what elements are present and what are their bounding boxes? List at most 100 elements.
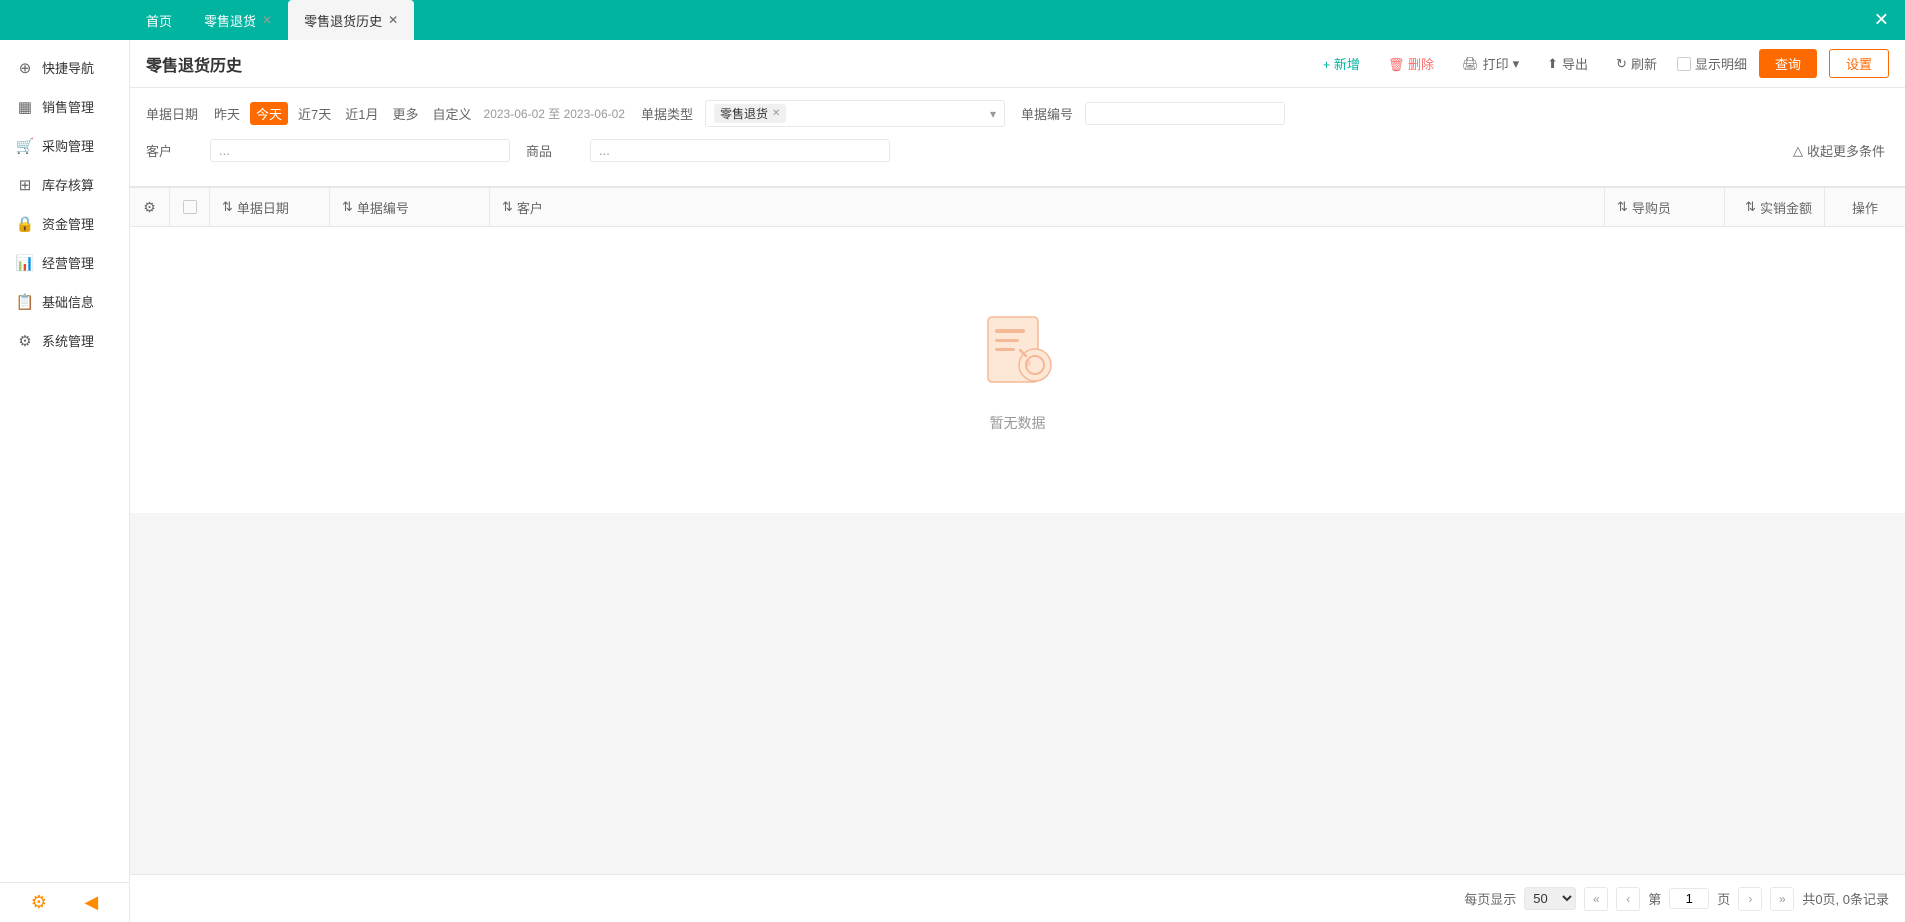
delete-button[interactable]: 🗑 删除: [1380, 50, 1442, 77]
tab-retail-return-history-label: 零售退货历史: [304, 11, 382, 30]
select-all-checkbox[interactable]: [183, 200, 197, 214]
collapse-sidebar-icon[interactable]: ◀: [84, 892, 98, 913]
empty-state: 暂无数据: [130, 227, 1905, 513]
th-sort-amount-icon[interactable]: ⇅: [1745, 199, 1756, 215]
total-text: 共0页, 0条记录: [1802, 889, 1889, 908]
operations-icon: 📊: [16, 254, 34, 272]
query-button[interactable]: 查询: [1759, 49, 1817, 78]
last-page-button[interactable]: »: [1770, 887, 1794, 911]
date-filter-label: 单据日期: [146, 104, 202, 123]
tab-retail-return-history[interactable]: 零售退货历史 ✕: [288, 0, 414, 40]
sidebar-item-quick-nav[interactable]: ⊕ 快捷导航: [0, 48, 129, 87]
sidebar-item-inventory[interactable]: ⊞ 库存核算: [0, 165, 129, 204]
sidebar-item-sales-mgmt[interactable]: ▦ 销售管理: [0, 87, 129, 126]
tab-home[interactable]: 首页: [130, 0, 188, 40]
page-size-select[interactable]: 50 10 20 100: [1524, 887, 1576, 910]
purchase-icon: 🛒: [16, 137, 34, 155]
th-sort-guide-icon[interactable]: ⇅: [1617, 199, 1628, 215]
table-container: ⚙ ⇅ 单据日期 ⇅ 单据编号 ⇅ 客户 ⇅ 导购员 ⇅ 实销金额: [130, 187, 1905, 513]
empty-text: 暂无数据: [990, 413, 1046, 433]
settings-bottom-icon[interactable]: ⚙: [31, 892, 47, 913]
page-header: 零售退货历史 + 新增 🗑 删除 🖨 打印 ▾ ⬆ 导出 ↻ 刷新 显示明细 查…: [130, 40, 1905, 88]
top-bar: 首页 零售退货 ✕ 零售退货历史 ✕ ✕: [0, 0, 1905, 40]
tab-retail-return-history-close[interactable]: ✕: [388, 13, 398, 27]
tab-retail-return-label: 零售退货: [204, 11, 256, 30]
show-detail-wrapper: 显示明细: [1677, 54, 1747, 73]
settings-button[interactable]: 设置: [1829, 49, 1889, 78]
tab-retail-return[interactable]: 零售退货 ✕: [188, 0, 288, 40]
doc-type-tag-close[interactable]: ✕: [772, 108, 780, 119]
th-action: 操作: [1825, 188, 1905, 226]
date-opt-1month[interactable]: 近1月: [341, 102, 382, 125]
sidebar-item-label: 基础信息: [42, 292, 94, 311]
date-opt-7days[interactable]: 近7天: [294, 102, 335, 125]
collapse-icon: △: [1793, 143, 1803, 159]
date-opt-yesterday[interactable]: 昨天: [210, 102, 244, 125]
sales-icon: ▦: [16, 98, 34, 116]
refresh-button[interactable]: ↻ 刷新: [1608, 50, 1665, 77]
prev-page-button[interactable]: ‹: [1616, 887, 1640, 911]
doc-no-input[interactable]: [1085, 102, 1285, 125]
export-label: 导出: [1562, 54, 1588, 73]
new-button[interactable]: + 新增: [1315, 50, 1368, 77]
th-sort-docno-icon[interactable]: ⇅: [342, 199, 353, 215]
sidebar-item-system-mgmt[interactable]: ⚙ 系统管理: [0, 321, 129, 360]
th-docno: ⇅ 单据编号: [330, 188, 490, 226]
page-size-label: 每页显示: [1464, 889, 1516, 908]
print-icon: 🖨: [1462, 56, 1479, 72]
sidebar-item-operations[interactable]: 📊 经营管理: [0, 243, 129, 282]
sidebar-item-label: 库存核算: [42, 175, 94, 194]
th-settings[interactable]: ⚙: [130, 188, 170, 226]
sidebar-item-basic-info[interactable]: 📋 基础信息: [0, 282, 129, 321]
filter-area: 单据日期 昨天 今天 近7天 近1月 更多 自定义 2023-06-02 至 2…: [130, 88, 1905, 187]
sidebar-bottom: ⚙ ◀: [0, 882, 129, 922]
goods-input-wrapper[interactable]: ...: [590, 139, 890, 162]
collapse-label: 收起更多条件: [1807, 141, 1885, 160]
doc-type-content: 零售退货 ✕: [714, 104, 786, 123]
goods-label: 商品: [526, 141, 582, 160]
table-header: ⚙ ⇅ 单据日期 ⇅ 单据编号 ⇅ 客户 ⇅ 导购员 ⇅ 实销金额: [130, 187, 1905, 227]
th-amount: ⇅ 实销金额: [1725, 188, 1825, 226]
customer-input-wrapper[interactable]: ...: [210, 139, 510, 162]
collapse-filter-button[interactable]: △ 收起更多条件: [1789, 137, 1889, 164]
doc-type-select[interactable]: 零售退货 ✕ ▾: [705, 100, 1005, 127]
customer-ellipsis: ...: [219, 143, 230, 158]
date-opt-more[interactable]: 更多: [389, 102, 423, 125]
th-amount-label: 实销金额: [1760, 198, 1812, 217]
finance-icon: 🔒: [16, 215, 34, 233]
th-docno-label: 单据编号: [357, 198, 409, 217]
next-page-button[interactable]: ›: [1738, 887, 1762, 911]
first-page-button[interactable]: «: [1584, 887, 1608, 911]
print-button[interactable]: 🖨 打印 ▾: [1454, 50, 1527, 77]
quick-nav-icon: ⊕: [16, 59, 34, 77]
page-title: 零售退货历史: [146, 52, 242, 76]
sidebar-item-finance[interactable]: 🔒 资金管理: [0, 204, 129, 243]
filter-row-1: 单据日期 昨天 今天 近7天 近1月 更多 自定义 2023-06-02 至 2…: [146, 100, 1889, 127]
filter-row-2: 客户 ... 商品 ... △ 收起更多条件: [146, 137, 1889, 164]
th-date: ⇅ 单据日期: [210, 188, 330, 226]
page-number-input[interactable]: [1669, 888, 1709, 909]
date-range-display: 2023-06-02 至 2023-06-02: [484, 105, 625, 122]
th-checkbox[interactable]: [170, 188, 210, 226]
window-close-button[interactable]: ✕: [1874, 10, 1889, 31]
th-sort-customer-icon[interactable]: ⇅: [502, 199, 513, 215]
th-guide-label: 导购员: [1632, 198, 1671, 217]
doc-type-label: 单据类型: [641, 104, 697, 123]
tab-home-label: 首页: [146, 11, 172, 30]
date-opt-today[interactable]: 今天: [250, 102, 288, 125]
th-customer-label: 客户: [517, 198, 543, 217]
sidebar-item-label: 资金管理: [42, 214, 94, 233]
sidebar-item-purchase-mgmt[interactable]: 🛒 采购管理: [0, 126, 129, 165]
th-sort-icon[interactable]: ⇅: [222, 199, 233, 215]
export-button[interactable]: ⬆ 导出: [1539, 50, 1596, 77]
show-detail-label: 显示明细: [1695, 54, 1747, 73]
doc-type-tag-label: 零售退货: [720, 105, 768, 122]
sidebar: 🔍 搜索菜单 ⊕ 快捷导航 ▦ 销售管理 🛒 采购管理 ⊞ 库存核算 🔒 资金管…: [0, 0, 130, 922]
tab-retail-return-close[interactable]: ✕: [262, 13, 272, 27]
show-detail-checkbox[interactable]: [1677, 57, 1691, 71]
sidebar-item-label: 系统管理: [42, 331, 94, 350]
date-opt-custom[interactable]: 自定义: [429, 102, 476, 125]
doc-type-filter: 单据类型 零售退货 ✕ ▾: [641, 100, 1005, 127]
goods-ellipsis: ...: [599, 143, 610, 158]
refresh-label: 刷新: [1631, 54, 1657, 73]
